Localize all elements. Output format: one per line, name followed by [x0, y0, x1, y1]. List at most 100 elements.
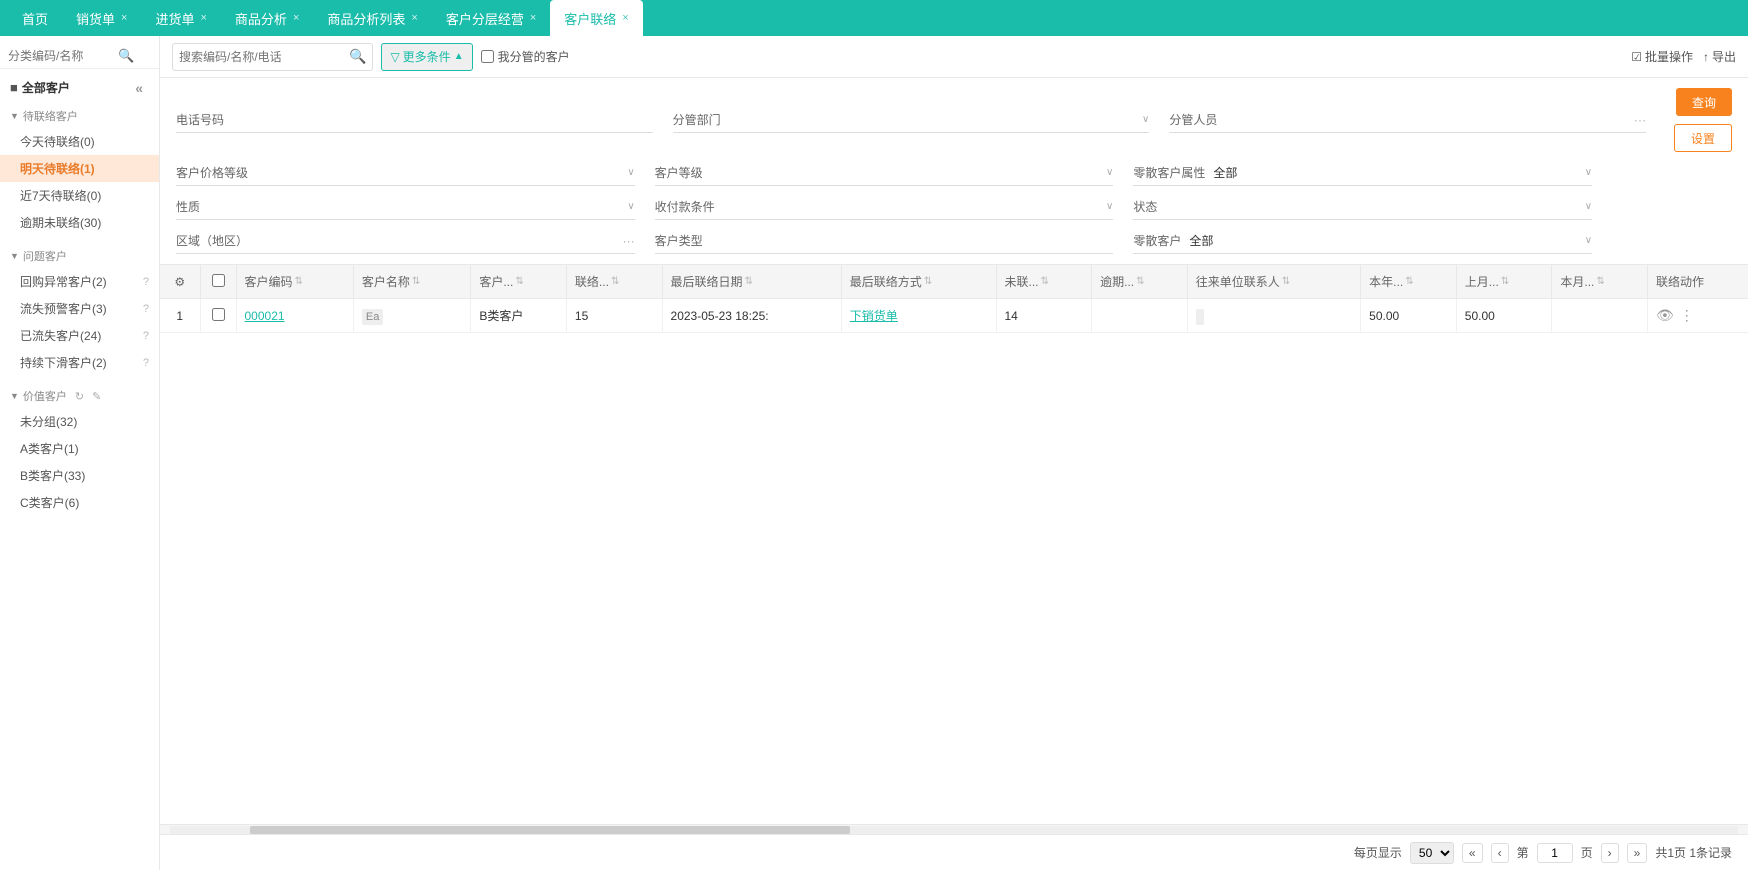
sidebar-item-lost[interactable]: 已流失客户(24) ?	[0, 322, 159, 349]
next-page-btn[interactable]: ›	[1601, 843, 1619, 863]
nav-customer-contact[interactable]: 客户联络 ×	[550, 0, 642, 36]
sidebar-item-lostwarning[interactable]: 流失预警客户(3) ?	[0, 295, 159, 322]
filter-btn[interactable]: ▽ 更多条件 ▲	[381, 43, 472, 71]
filter-sparse-attr[interactable]: 零散客户属性 全部 ∨	[1133, 160, 1592, 186]
sidebar-item-typeC[interactable]: C类客户(6)	[0, 489, 159, 516]
top-nav: 首页 销货单 × 进货单 × 商品分析 × 商品分析列表 × 客户分层经营 × …	[0, 0, 1748, 36]
filter-price-level[interactable]: 客户价格等级 ∨	[176, 160, 635, 186]
prev-page-btn[interactable]: ‹	[1491, 843, 1509, 863]
sidebar-group-pending[interactable]: 待联络客户	[0, 104, 159, 128]
th-name[interactable]: 客户名称 ⇅	[353, 265, 470, 299]
page-size-select[interactable]: 50	[1410, 842, 1454, 864]
nav-close-goods-analysis-list[interactable]: ×	[411, 12, 417, 24]
filter-nature-arrow: ∨	[627, 201, 634, 212]
sidebar-all-customers[interactable]: ■ 全部客户 «	[0, 73, 159, 100]
my-customers-checkbox-label[interactable]: 我分管的客户	[481, 48, 570, 65]
th-lastdate[interactable]: 最后联络日期 ⇅	[662, 265, 841, 299]
sidebar-item-typeB[interactable]: B类客户(33)	[0, 462, 159, 489]
action-more-icon[interactable]: ⋮	[1680, 307, 1694, 324]
sidebar-item-week[interactable]: 近7天待联络(0)	[0, 182, 159, 209]
filter-phone: 电话号码	[176, 107, 653, 133]
th-check-all[interactable]	[212, 274, 225, 287]
th-overdue[interactable]: 逾期... ⇅	[1092, 265, 1188, 299]
filter-status[interactable]: 状态 ∨	[1133, 194, 1592, 220]
td-lastmonth: 50.00	[1456, 299, 1552, 333]
first-page-btn[interactable]: «	[1462, 843, 1483, 863]
nav-purchase[interactable]: 进货单 ×	[141, 0, 220, 36]
search-input-wrap: 🔍	[172, 43, 373, 71]
sort-icon-type: ⇅	[515, 276, 523, 287]
sidebar-item-typeA[interactable]: A类客户(1)	[0, 435, 159, 462]
nav-close-purchase[interactable]: ×	[200, 12, 206, 24]
filter-sparse-customer[interactable]: 零散客户 全部 ∨	[1133, 228, 1592, 254]
td-name[interactable]: Ea	[353, 299, 470, 333]
name-tag: Ea	[362, 309, 383, 325]
help-icon-lost[interactable]: ?	[143, 330, 149, 342]
th-contacts[interactable]: 联络... ⇅	[566, 265, 662, 299]
nav-close-sale[interactable]: ×	[121, 12, 127, 24]
th-uncontact[interactable]: 未联... ⇅	[996, 265, 1092, 299]
nav-close-customer-contact[interactable]: ×	[622, 12, 628, 24]
nav-home[interactable]: 首页	[8, 0, 62, 36]
filter-nature[interactable]: 性质 ∨	[176, 194, 635, 220]
sidebar-item-repurchase[interactable]: 回购异常客户(2) ?	[0, 268, 159, 295]
last-page-btn[interactable]: »	[1627, 843, 1648, 863]
nav-sale[interactable]: 销货单 ×	[62, 0, 141, 36]
bottom-scroll-thumb[interactable]	[250, 826, 850, 834]
help-icon-declining[interactable]: ?	[143, 357, 149, 369]
th-lastmonth[interactable]: 上月... ⇅	[1456, 265, 1552, 299]
nav-customer-layer[interactable]: 客户分层经营 ×	[432, 0, 550, 36]
sidebar-search-icon[interactable]: 🔍	[118, 48, 134, 64]
filter-phone-input[interactable]	[232, 113, 653, 127]
th-check[interactable]	[200, 265, 236, 299]
sidebar-group-value[interactable]: 价值客户 ↻ ✎	[0, 384, 159, 408]
th-thisyear[interactable]: 本年... ⇅	[1361, 265, 1457, 299]
sidebar-item-tomorrow[interactable]: 明天待联络(1)	[0, 155, 159, 182]
query-btn[interactable]: 查询	[1676, 88, 1732, 116]
td-lastmethod[interactable]: 下销货单	[841, 299, 996, 333]
nav-close-customer-layer[interactable]: ×	[530, 12, 536, 24]
sidebar-item-today[interactable]: 今天待联络(0)	[0, 128, 159, 155]
settings-btn[interactable]: 设置	[1674, 124, 1732, 152]
filter-payment[interactable]: 收付款条件 ∨	[655, 194, 1114, 220]
search-icon[interactable]: 🔍	[349, 48, 366, 65]
filter-arrow-icon: ▲	[454, 51, 464, 62]
search-input[interactable]	[179, 50, 349, 64]
th-lastmethod[interactable]: 最后联络方式 ⇅	[841, 265, 996, 299]
sidebar-item-overdue[interactable]: 逾期未联络(30)	[0, 209, 159, 236]
sidebar-item-ungroup[interactable]: 未分组(32)	[0, 408, 159, 435]
nav-goods-analysis[interactable]: 商品分析 ×	[221, 0, 313, 36]
td-code[interactable]: 000021	[236, 299, 353, 333]
th-code[interactable]: 客户编码 ⇅	[236, 265, 353, 299]
action-view-icon[interactable]: 👁	[1656, 307, 1674, 324]
bottom-scrollbar[interactable]	[160, 824, 1748, 834]
value-refresh-icon[interactable]: ↻	[75, 390, 84, 403]
customers-table: ⚙ 客户编码 ⇅ 客户名称 ⇅	[160, 265, 1748, 333]
th-type[interactable]: 客户... ⇅	[471, 265, 567, 299]
td-check[interactable]	[200, 299, 236, 333]
filter-dept-arrow: ∨	[1142, 114, 1149, 125]
row-checkbox[interactable]	[212, 308, 225, 321]
nav-close-goods-analysis[interactable]: ×	[293, 12, 299, 24]
filter-dept[interactable]: 分管部门 ∨	[673, 107, 1150, 133]
value-edit-icon[interactable]: ✎	[92, 390, 101, 403]
my-customers-checkbox[interactable]	[481, 50, 494, 63]
th-settings[interactable]: ⚙	[160, 265, 200, 299]
th-contact-person[interactable]: 往来单位联系人 ⇅	[1187, 265, 1360, 299]
export-btn[interactable]: ↑ 导出	[1703, 48, 1736, 65]
batch-btn[interactable]: ☑ 批量操作	[1631, 48, 1693, 65]
sidebar-item-declining[interactable]: 持续下滑客户(2) ?	[0, 349, 159, 376]
sidebar-search-input[interactable]	[8, 49, 118, 63]
content-area: 🔍 ▽ 更多条件 ▲ 我分管的客户 ☑ 批量操作	[160, 36, 1748, 870]
filter-status-arrow: ∨	[1585, 201, 1592, 212]
sidebar-group-problem[interactable]: 问题客户	[0, 244, 159, 268]
nav-goods-analysis-list[interactable]: 商品分析列表 ×	[313, 0, 431, 36]
page-num-input[interactable]	[1537, 843, 1573, 863]
filter-person[interactable]: 分管人员 ···	[1169, 107, 1646, 133]
sidebar-collapse-btn[interactable]: «	[135, 80, 149, 96]
help-icon-lostwarning[interactable]: ?	[143, 303, 149, 315]
th-thismonth[interactable]: 本月... ⇅	[1552, 265, 1648, 299]
help-icon-repurchase[interactable]: ?	[143, 276, 149, 288]
filter-customer-level[interactable]: 客户等级 ∨	[655, 160, 1114, 186]
filter-region[interactable]: 区域（地区） ···	[176, 228, 635, 254]
